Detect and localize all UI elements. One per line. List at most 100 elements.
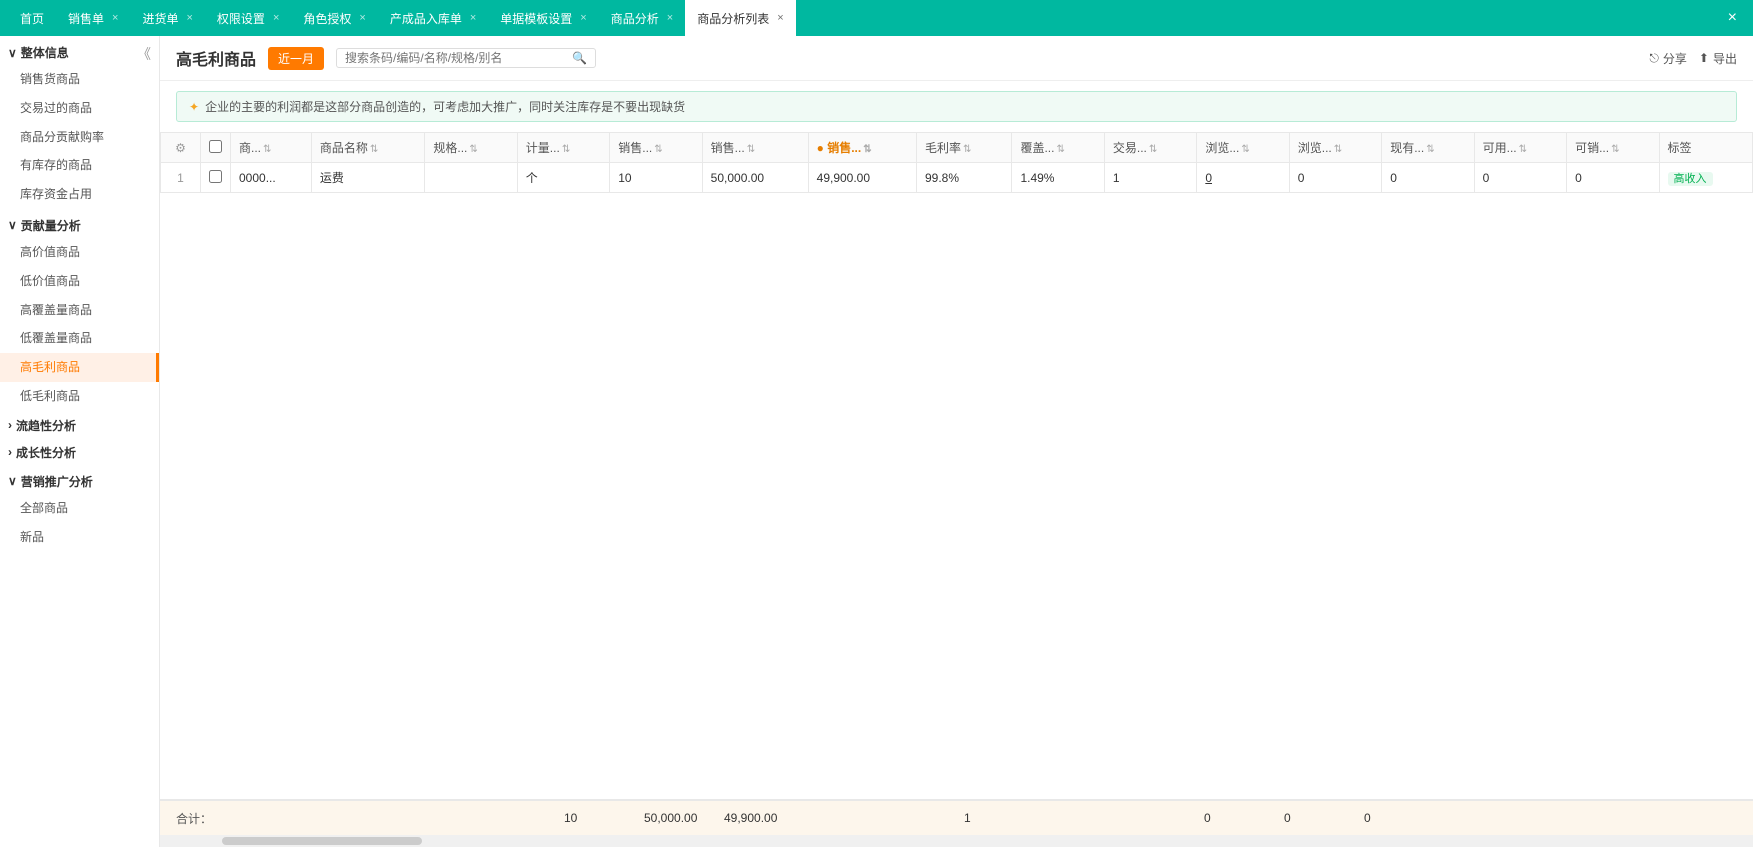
sidebar-item-goods-contribution[interactable]: 商品分贡献购率 [0, 123, 159, 152]
th-browse2[interactable]: 浏览...⇅ [1289, 133, 1381, 163]
close-icon[interactable]: × [777, 12, 783, 24]
nav-tab-permissions[interactable]: 权限设置 × [205, 0, 291, 36]
horizontal-scrollbar[interactable] [160, 835, 1753, 847]
sidebar-group-trend[interactable]: › 流趋性分析 [0, 411, 159, 438]
close-icon[interactable]: × [470, 12, 476, 24]
th-num: ⚙ [161, 133, 201, 163]
sidebar-group-contribution[interactable]: ∨ 贡献量分析 [0, 209, 159, 238]
cell-gross-rate: 99.8% [917, 163, 1012, 193]
sidebar-item-new-goods[interactable]: 新品 [0, 523, 159, 552]
nav-tab-roles[interactable]: 角色授权 × [291, 0, 377, 36]
select-all-checkbox[interactable] [209, 140, 222, 153]
table-wrapper[interactable]: ⚙ 商...⇅ 商品名称⇅ 规格...⇅ [160, 132, 1753, 799]
close-icon[interactable]: × [273, 12, 279, 24]
th-unit[interactable]: 计量...⇅ [517, 133, 609, 163]
sidebar-item-low-value[interactable]: 低价值商品 [0, 267, 159, 296]
footer-empty8 [1116, 811, 1196, 825]
sidebar-collapse-button[interactable]: 《 [137, 44, 151, 64]
sidebar-item-high-coverage[interactable]: 高覆盖量商品 [0, 296, 159, 325]
footer-sales2: 50,000.00 [636, 811, 716, 825]
th-gross-rate[interactable]: 毛利率⇅ [917, 133, 1012, 163]
sidebar-item-high-value[interactable]: 高价值商品 [0, 238, 159, 267]
footer-values: 10 50,000.00 49,900.00 1 0 0 0 [236, 811, 1737, 825]
goods-table: ⚙ 商...⇅ 商品名称⇅ 规格...⇅ [160, 132, 1753, 193]
search-input[interactable] [345, 51, 572, 65]
content-area: 高毛利商品 近一月 🔍 ⎋ 分享 ⬆ 导出 ✦ 企业的主要的利润都是这部分商品创… [160, 36, 1753, 847]
nav-tab-products[interactable]: 产成品入库单 × [378, 0, 488, 36]
search-icon[interactable]: 🔍 [572, 51, 587, 65]
close-icon[interactable]: × [112, 12, 118, 24]
close-icon[interactable]: × [186, 12, 192, 24]
sidebar-item-stocked-goods[interactable]: 有库存的商品 [0, 151, 159, 180]
sidebar-group-marketing[interactable]: ∨ 营销推广分析 [0, 465, 159, 494]
footer-sales1: 10 [556, 811, 636, 825]
settings-icon[interactable]: ⚙ [175, 141, 186, 155]
nav-tab-analysis-label: 商品分析 [611, 10, 659, 27]
share-button[interactable]: ⎋ 分享 [1649, 50, 1687, 67]
th-sales1[interactable]: 销售...⇅ [610, 133, 702, 163]
header-actions: ⎋ 分享 ⬆ 导出 [1649, 50, 1737, 67]
th-code[interactable]: 商...⇅ [231, 133, 312, 163]
footer-empty3 [396, 811, 476, 825]
cell-sales3: 49,900.00 [808, 163, 916, 193]
chevron-down-icon: ∨ [8, 46, 17, 60]
footer-empty7 [1036, 811, 1116, 825]
share-label: 分享 [1663, 50, 1687, 67]
th-sales3[interactable]: ● 销售...⇅ [808, 133, 916, 163]
export-label: 导出 [1713, 50, 1737, 67]
th-name[interactable]: 商品名称⇅ [311, 133, 425, 163]
sidebar-group-growth[interactable]: › 成长性分析 [0, 438, 159, 465]
export-icon: ⬆ [1699, 51, 1709, 65]
sidebar-item-low-margin[interactable]: 低毛利商品 [0, 382, 159, 411]
nav-tab-sales[interactable]: 销售单 × [56, 0, 130, 36]
nav-tab-analysis-list[interactable]: 商品分析列表 × [685, 0, 795, 36]
nav-tab-purchase[interactable]: 进货单 × [130, 0, 204, 36]
th-check[interactable] [201, 133, 231, 163]
sidebar-item-sales-goods[interactable]: 销售货商品 [0, 65, 159, 94]
sidebar-group-overall[interactable]: ∨ 整体信息 [0, 36, 159, 65]
close-icon[interactable]: × [580, 12, 586, 24]
th-current[interactable]: 现有...⇅ [1382, 133, 1474, 163]
th-coverage[interactable]: 覆盖...⇅ [1012, 133, 1104, 163]
th-transactions[interactable]: 交易...⇅ [1104, 133, 1196, 163]
info-text: 企业的主要的利润都是这部分商品创造的，可考虑加大推广，同时关注库存是不要出现缺货 [205, 98, 685, 115]
cell-sales1: 10 [610, 163, 702, 193]
table-header-row: ⚙ 商...⇅ 商品名称⇅ 规格...⇅ [161, 133, 1753, 163]
window-close-button[interactable]: × [1720, 9, 1745, 27]
nav-tab-home-label: 首页 [20, 10, 44, 27]
scrollbar-thumb[interactable] [222, 837, 422, 845]
content-header: 高毛利商品 近一月 🔍 ⎋ 分享 ⬆ 导出 [160, 36, 1753, 81]
th-browse1[interactable]: 浏览...⇅ [1197, 133, 1289, 163]
nav-tab-templates[interactable]: 单据模板设置 × [488, 0, 598, 36]
row-checkbox[interactable] [209, 170, 222, 183]
sidebar-group-marketing-label: 营销推广分析 [21, 473, 93, 490]
info-banner: ✦ 企业的主要的利润都是这部分商品创造的，可考虑加大推广，同时关注库存是不要出现… [176, 91, 1737, 122]
th-tag[interactable]: 标签 [1659, 133, 1752, 163]
cell-check[interactable] [201, 163, 231, 193]
nav-tab-home[interactable]: 首页 [8, 0, 56, 36]
nav-tab-analysis[interactable]: 商品分析 × [599, 0, 685, 36]
footer-empty5 [796, 811, 876, 825]
filter-period-button[interactable]: 近一月 [268, 47, 324, 70]
sidebar-item-traded-goods[interactable]: 交易过的商品 [0, 94, 159, 123]
th-sales2[interactable]: 销售...⇅ [702, 133, 808, 163]
sidebar-group-growth-label: 成长性分析 [16, 444, 76, 461]
th-saleable[interactable]: 可销...⇅ [1567, 133, 1659, 163]
th-available[interactable]: 可用...⇅ [1474, 133, 1566, 163]
export-button[interactable]: ⬆ 导出 [1699, 50, 1737, 67]
footer-empty4 [476, 811, 556, 825]
nav-tab-analysis-list-label: 商品分析列表 [697, 10, 769, 27]
nav-tab-roles-label: 角色授权 [303, 10, 351, 27]
th-spec[interactable]: 规格...⇅ [425, 133, 517, 163]
sidebar-item-low-coverage[interactable]: 低覆盖量商品 [0, 324, 159, 353]
cell-browse1[interactable]: 0 [1197, 163, 1289, 193]
nav-tab-purchase-label: 进货单 [142, 10, 178, 27]
close-icon[interactable]: × [667, 12, 673, 24]
cell-unit: 个 [517, 163, 609, 193]
close-icon[interactable]: × [359, 12, 365, 24]
sidebar-item-stock-capital[interactable]: 库存资金占用 [0, 180, 159, 209]
chevron-down-icon: ∨ [8, 474, 17, 488]
sidebar-item-all-goods[interactable]: 全部商品 [0, 494, 159, 523]
cell-browse2: 0 [1289, 163, 1381, 193]
sidebar-item-high-margin[interactable]: 高毛利商品 [0, 353, 159, 382]
